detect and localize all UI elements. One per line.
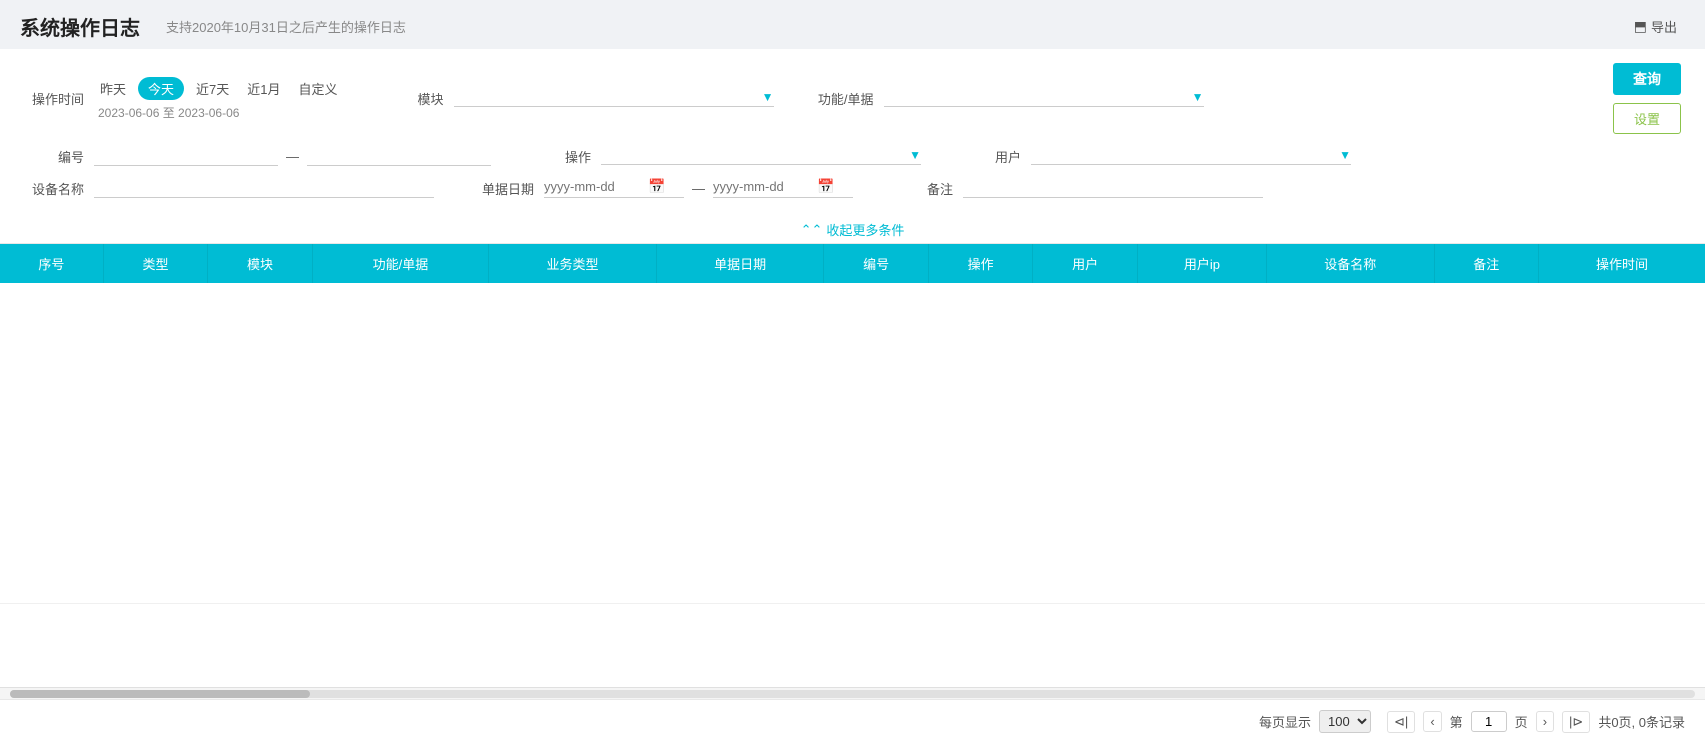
time-label: 操作时间: [24, 89, 84, 108]
remark-label: 备注: [893, 179, 953, 198]
remark-input[interactable]: [963, 178, 1263, 198]
module-dropdown-icon: ▼: [762, 90, 774, 104]
table-header-cell: 业务类型: [489, 244, 657, 283]
module-select-text: [454, 95, 756, 99]
user-label: 用户: [961, 147, 1021, 166]
next-page-button[interactable]: ›: [1536, 711, 1554, 732]
device-input[interactable]: [94, 178, 434, 198]
operation-select[interactable]: ▼: [601, 148, 921, 165]
function-select-text: [884, 95, 1186, 99]
prev-page-button[interactable]: ‹: [1423, 711, 1441, 732]
table-header-cell: 操作时间: [1539, 244, 1705, 283]
table-header-cell: 单据日期: [656, 244, 824, 283]
scrollbar-thumb[interactable]: [10, 690, 310, 698]
export-label: 导出: [1651, 17, 1677, 36]
collapse-label: 收起更多条件: [826, 220, 904, 239]
collapse-button[interactable]: ⌃⌃ 收起更多条件: [801, 220, 905, 239]
operation-select-text: [601, 153, 903, 157]
calendar-from-icon[interactable]: 📅: [648, 178, 665, 195]
number-from-input[interactable]: [94, 146, 278, 166]
first-page-button[interactable]: ⊲|: [1387, 711, 1415, 733]
data-table: 序号类型模块功能/单据业务类型单据日期编号操作用户用户ip设备名称备注操作时间: [0, 244, 1705, 604]
number-dash: —: [286, 149, 299, 164]
function-label: 功能/单据: [814, 89, 874, 108]
device-label: 设备名称: [24, 179, 84, 198]
export-button[interactable]: ⬒ 导出: [1626, 13, 1685, 40]
settings-button[interactable]: 设置: [1613, 103, 1681, 134]
pagination-bar: 每页显示 100 50 200 ⊲| ‹ 第 页 › |⊳ 共0页, 0条记录: [0, 699, 1705, 743]
user-select[interactable]: ▼: [1031, 148, 1351, 165]
collapse-chevron-icon: ⌃⌃: [801, 222, 823, 238]
doc-date-dash: —: [692, 181, 705, 196]
table-container: 序号类型模块功能/单据业务类型单据日期编号操作用户用户ip设备名称备注操作时间: [0, 244, 1705, 687]
empty-state: [0, 283, 1705, 603]
table-header-cell: 用户: [1033, 244, 1137, 283]
operation-dropdown-icon: ▼: [909, 148, 921, 162]
function-dropdown-icon: ▼: [1192, 90, 1204, 104]
number-to-input[interactable]: [307, 146, 491, 166]
function-select[interactable]: ▼: [884, 90, 1204, 107]
query-button[interactable]: 查询: [1613, 63, 1681, 95]
doc-date-from-wrap: 📅: [544, 178, 684, 198]
module-label: 模块: [384, 89, 444, 108]
page-title: 系统操作日志: [20, 12, 140, 41]
table-header-cell: 模块: [208, 244, 312, 283]
table-header: 序号类型模块功能/单据业务类型单据日期编号操作用户用户ip设备名称备注操作时间: [0, 244, 1705, 283]
page-subtitle: 支持2020年10月31日之后产生的操作日志: [166, 17, 406, 36]
time-btn-yesterday[interactable]: 昨天: [94, 77, 132, 100]
scrollbar-track: [10, 690, 1695, 698]
number-label: 编号: [24, 147, 84, 166]
time-filter-group: 昨天 今天 近7天 近1月 自定义 2023-06-06 至 2023-06-0…: [94, 77, 344, 121]
export-icon: ⬒: [1634, 18, 1647, 35]
table-header-cell: 编号: [824, 244, 928, 283]
table-header-cell: 类型: [103, 244, 207, 283]
user-select-text: [1031, 153, 1333, 157]
page-label: 第: [1450, 712, 1463, 731]
operation-label: 操作: [531, 147, 591, 166]
page-unit: 页: [1515, 712, 1528, 731]
table-header-cell: 用户ip: [1137, 244, 1266, 283]
total-info: 共0页, 0条记录: [1598, 712, 1685, 731]
time-btn-1month[interactable]: 近1月: [241, 77, 286, 100]
collapse-bar: ⌃⌃ 收起更多条件: [0, 214, 1705, 244]
table-header-cell: 操作: [928, 244, 1032, 283]
doc-date-to-wrap: 📅: [713, 178, 853, 198]
page-size-select[interactable]: 100 50 200: [1319, 710, 1371, 733]
action-buttons: 查询 设置: [1613, 63, 1681, 134]
table-header-cell: 功能/单据: [312, 244, 488, 283]
table-header-cell: 设备名称: [1266, 244, 1434, 283]
time-btn-7days[interactable]: 近7天: [190, 77, 235, 100]
page-number-input[interactable]: [1471, 711, 1507, 732]
table-header-cell: 序号: [0, 244, 103, 283]
user-dropdown-icon: ▼: [1339, 148, 1351, 162]
table-body: [0, 283, 1705, 603]
table-header-cell: 备注: [1434, 244, 1538, 283]
time-btn-custom[interactable]: 自定义: [293, 77, 344, 100]
horizontal-scrollbar[interactable]: [0, 687, 1705, 699]
doc-date-label: 单据日期: [474, 179, 534, 198]
doc-date-to-input[interactable]: [713, 179, 813, 194]
page-size-label: 每页显示: [1259, 712, 1311, 731]
time-date-range: 2023-06-06 至 2023-06-06: [98, 104, 344, 121]
doc-date-from-input[interactable]: [544, 179, 644, 194]
module-select[interactable]: ▼: [454, 90, 774, 107]
calendar-to-icon[interactable]: 📅: [817, 178, 834, 195]
time-btn-today[interactable]: 今天: [138, 77, 184, 100]
last-page-button[interactable]: |⊳: [1562, 711, 1590, 733]
